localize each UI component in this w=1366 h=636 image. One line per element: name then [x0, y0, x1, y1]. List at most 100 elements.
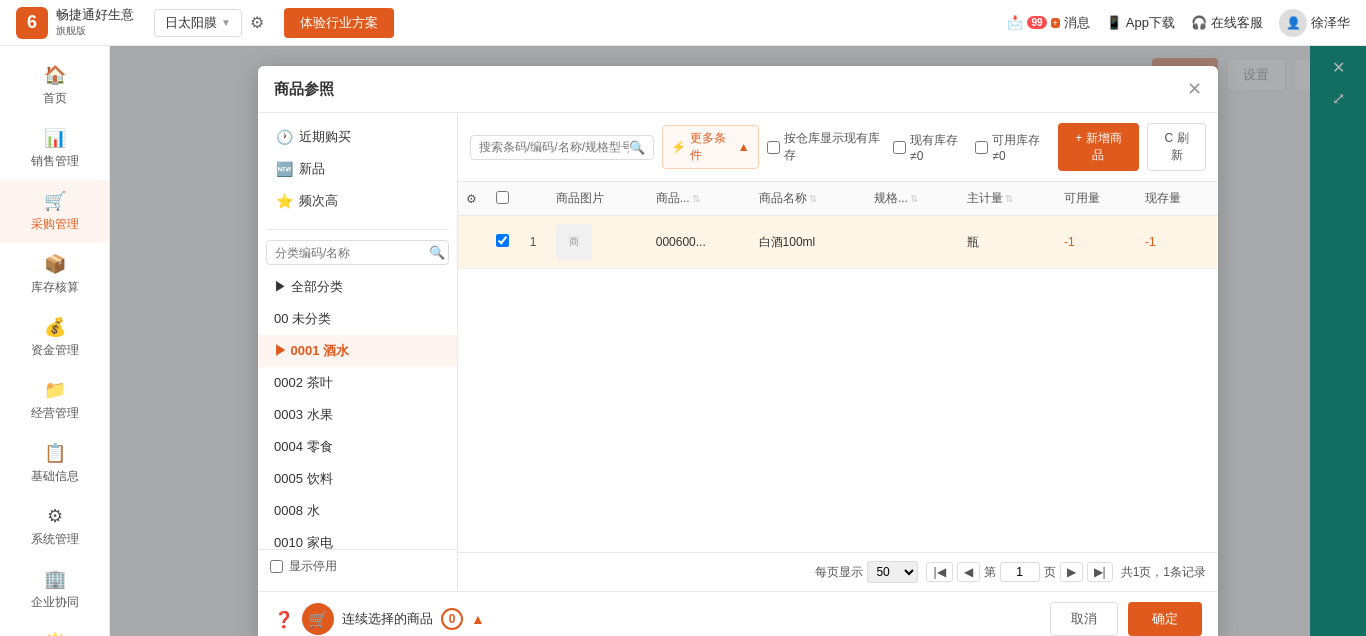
per-page-dropdown[interactable]: 10 20 50 100 [867, 561, 918, 583]
category-item-snack[interactable]: 0004 零食 [258, 431, 457, 463]
close-icon[interactable]: ✕ [1187, 78, 1202, 100]
message-nav-item[interactable]: 📩 99 + 消息 [1007, 14, 1089, 32]
purchase-icon: 🛒 [44, 190, 66, 212]
first-page-button[interactable]: |◀ [926, 562, 952, 582]
th-name[interactable]: 商品名称⇅ [751, 182, 866, 216]
checkbox-available[interactable] [975, 141, 988, 154]
th-settings: ⚙ [458, 182, 488, 216]
sidebar-item-finance[interactable]: 💰 资金管理 [0, 306, 109, 369]
cart-icon[interactable]: 🛒 [302, 603, 334, 635]
category-search-icon[interactable]: 🔍 [429, 245, 445, 260]
filter-button[interactable]: ⚡ 更多条件 ▲ [662, 125, 759, 169]
modal-bottom-right: 取消 确定 [1050, 602, 1202, 636]
quick-item-new[interactable]: 🆕 新品 [266, 153, 449, 185]
sidebar-item-enterprise-label: 企业协同 [31, 594, 79, 611]
checkbox-filter-available[interactable]: 可用库存≠0 [975, 132, 1049, 163]
category-item-tea[interactable]: 0002 茶叶 [258, 367, 457, 399]
help-icon[interactable]: ❓ [274, 610, 294, 629]
checkbox-warehouse-label: 按仓库显示现有库存 [784, 130, 886, 164]
nav-right: 📩 99 + 消息 📱 App下载 🎧 在线客服 👤 徐泽华 [1007, 9, 1350, 37]
checkbox-stock[interactable] [893, 141, 906, 154]
th-available: 可用量 [1056, 182, 1137, 216]
category-item-water[interactable]: 0008 水 [258, 495, 457, 527]
service-nav-item[interactable]: 🎧 在线客服 [1191, 14, 1263, 32]
category-liquor-label: ▶ 0001 酒水 [274, 342, 349, 360]
quick-section: 🕐 近期购买 🆕 新品 ⭐ 频次高 [258, 121, 457, 225]
select-all-checkbox[interactable] [496, 191, 509, 204]
operation-icon: 📁 [44, 379, 66, 401]
last-page-button[interactable]: ▶| [1087, 562, 1113, 582]
category-search-input[interactable] [275, 246, 425, 260]
gear-icon[interactable]: ⚙ [250, 13, 264, 32]
td-stock: -1 [1137, 216, 1218, 269]
sidebar-item-inventory[interactable]: 📦 库存核算 [0, 243, 109, 306]
checkbox-filter-warehouse[interactable]: 按仓库显示现有库存 [767, 130, 886, 164]
experience-button[interactable]: 体验行业方案 [284, 8, 394, 38]
sidebar-item-inventory-label: 库存核算 [31, 279, 79, 296]
sidebar-item-sales[interactable]: 📊 销售管理 [0, 117, 109, 180]
system-icon: ⚙ [47, 505, 63, 527]
store-dropdown[interactable]: 日太阳膜 ▼ [154, 9, 242, 37]
prev-page-button[interactable]: ◀ [957, 562, 980, 582]
category-item-uncategorized[interactable]: 00 未分类 [258, 303, 457, 335]
quick-item-recent[interactable]: 🕐 近期购买 [266, 121, 449, 153]
modal-header: 商品参照 ✕ [258, 66, 1218, 113]
show-disabled-checkbox[interactable] [270, 560, 283, 573]
search-input[interactable] [479, 140, 629, 154]
th-image: 商品图片 [548, 182, 648, 216]
logo-main-text: 畅捷通好生意 [56, 7, 134, 24]
category-item-appliance[interactable]: 0010 家电 [258, 527, 457, 549]
chevron-down-icon: ▼ [221, 17, 231, 28]
category-item-beverage[interactable]: 0005 饮料 [258, 463, 457, 495]
cancel-button[interactable]: 取消 [1050, 602, 1118, 636]
th-checkbox [488, 182, 518, 216]
checkbox-warehouse[interactable] [767, 141, 780, 154]
sidebar-item-purchase[interactable]: 🛒 采购管理 [0, 180, 109, 243]
th-unit[interactable]: 主计量⇅ [959, 182, 1056, 216]
sidebar-item-enterprise[interactable]: 🏢 企业协同 [0, 558, 109, 621]
checkbox-filter-stock[interactable]: 现有库存≠0 [893, 132, 967, 163]
next-page-button[interactable]: ▶ [1060, 562, 1083, 582]
collapse-icon[interactable]: ▲ [471, 611, 485, 627]
sidebar-item-home[interactable]: 🏠 首页 [0, 54, 109, 117]
app-download-nav-item[interactable]: 📱 App下载 [1106, 14, 1175, 32]
td-num: 1 [518, 216, 548, 269]
page-input[interactable] [1000, 562, 1040, 582]
sidebar-item-purchase-label: 采购管理 [31, 216, 79, 233]
category-item-all[interactable]: ▶ 全部分类 [258, 271, 457, 303]
th-spec[interactable]: 规格...⇅ [866, 182, 959, 216]
table-header-row: ⚙ 商品图片 商品...⇅ 商品名称⇅ 规格...⇅ [458, 182, 1218, 216]
confirm-button[interactable]: 确定 [1128, 602, 1202, 636]
quick-item-new-label: 新品 [299, 160, 325, 178]
message-icon: 📩 [1007, 15, 1023, 30]
filter-icon: ⚡ [671, 140, 686, 154]
category-item-fruit[interactable]: 0003 水果 [258, 399, 457, 431]
category-item-liquor[interactable]: ▶ 0001 酒水 [258, 335, 457, 367]
sidebar-item-guide[interactable]: 🌟 新手引导 [0, 621, 109, 636]
finance-icon: 💰 [44, 316, 66, 338]
th-code[interactable]: 商品...⇅ [648, 182, 751, 216]
show-disabled-label[interactable]: 显示停用 [289, 558, 337, 575]
search-icon[interactable]: 🔍 [629, 140, 645, 155]
app-label: App下载 [1126, 14, 1175, 32]
quick-item-frequent[interactable]: ⭐ 频次高 [266, 185, 449, 217]
sidebar-item-system-label: 系统管理 [31, 531, 79, 548]
enterprise-icon: 🏢 [44, 568, 66, 590]
page-size-select: 每页显示 10 20 50 100 [815, 561, 918, 583]
refresh-button[interactable]: C 刷新 [1147, 123, 1206, 171]
filter-label: 更多条件 [690, 130, 734, 164]
sort-arrows-code: ⇅ [692, 193, 700, 204]
user-nav-item[interactable]: 👤 徐泽华 [1279, 9, 1350, 37]
sidebar-item-basic[interactable]: 📋 基础信息 [0, 432, 109, 495]
home-icon: 🏠 [44, 64, 66, 86]
chevron-up-icon: ▲ [738, 140, 750, 154]
logo-area: 6 畅捷通好生意 旗舰版 [16, 7, 134, 39]
user-name: 徐泽华 [1311, 14, 1350, 32]
row-checkbox[interactable] [496, 234, 509, 247]
table-row[interactable]: 1 商 000600... 白酒100ml 瓶 -1 [458, 216, 1218, 269]
th-num [518, 182, 548, 216]
category-uncategorized-label: 00 未分类 [274, 310, 331, 328]
sidebar-item-system[interactable]: ⚙ 系统管理 [0, 495, 109, 558]
sidebar-item-operation[interactable]: 📁 经营管理 [0, 369, 109, 432]
add-product-button[interactable]: + 新增商品 [1058, 123, 1139, 171]
